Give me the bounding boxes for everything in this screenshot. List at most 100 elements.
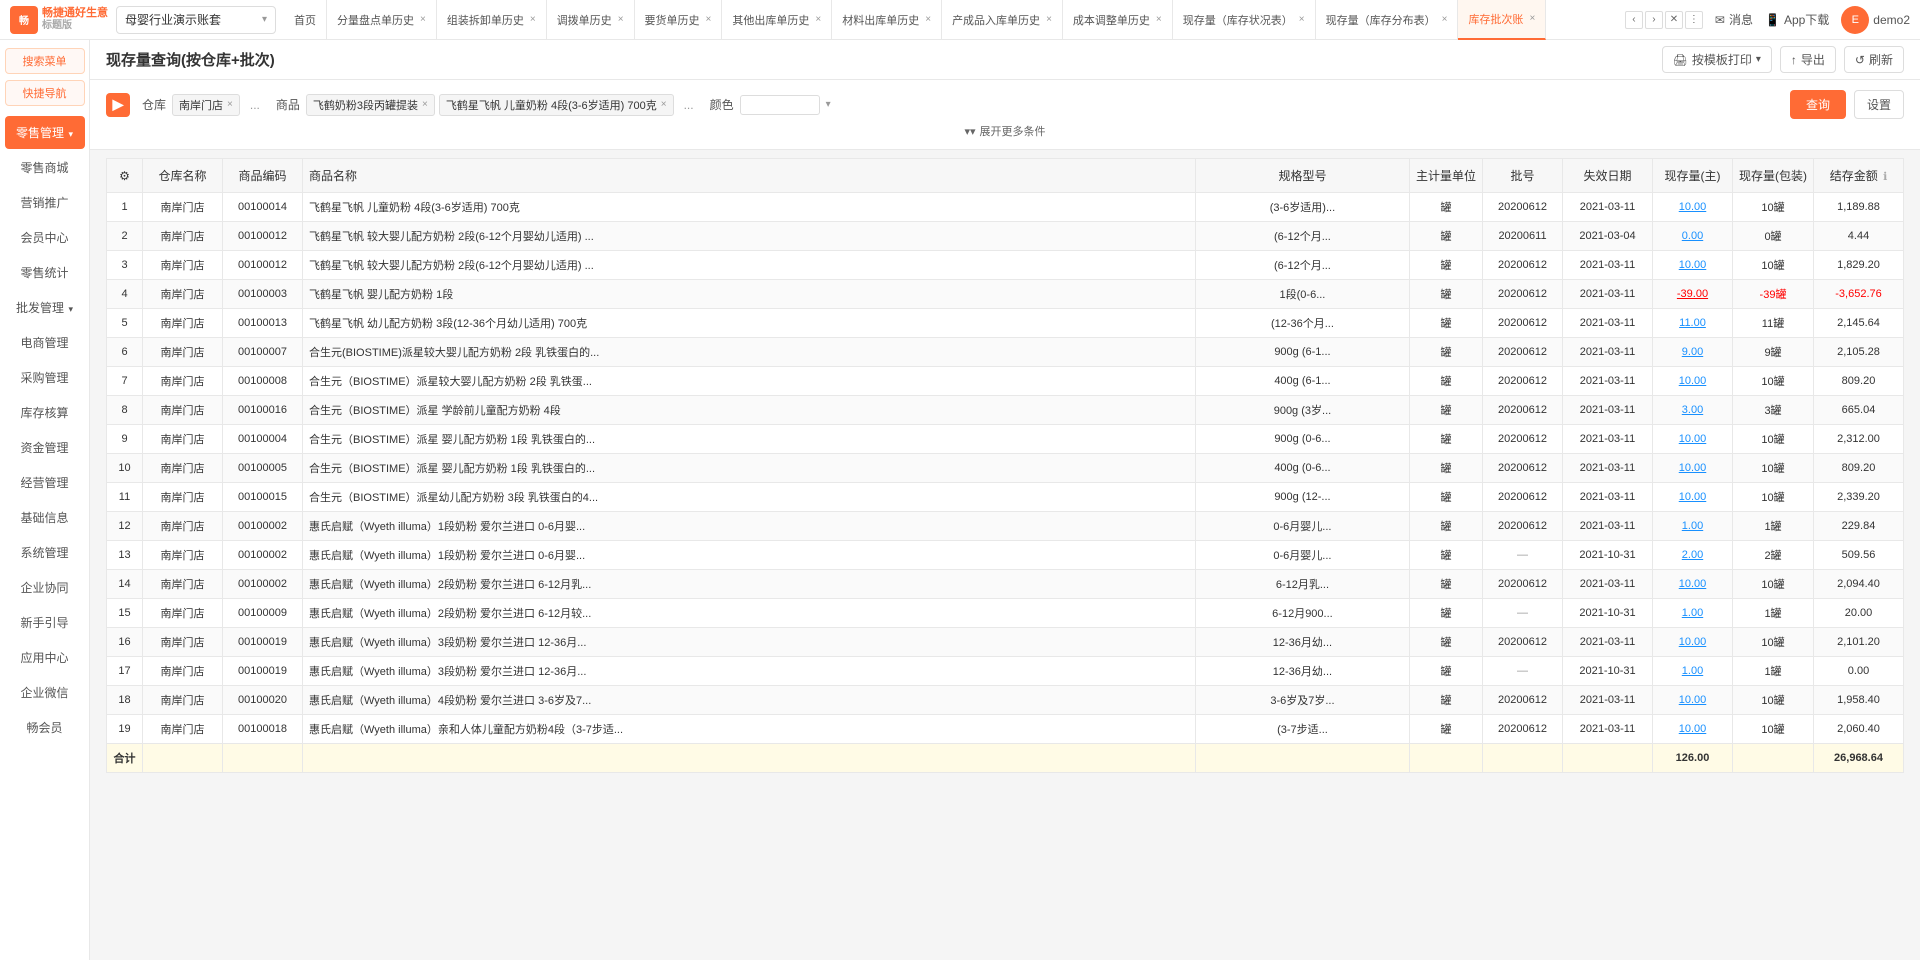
color-select[interactable] [740, 95, 820, 115]
tab-item-分量盘点单历史[interactable]: 分量盘点单历史× [327, 0, 437, 40]
tab-item-调拨单历史[interactable]: 调拨单历史× [547, 0, 635, 40]
tab-close-all-btn[interactable]: ✕ [1665, 11, 1683, 29]
product-ellipsis[interactable]: ... [680, 98, 698, 112]
sidebar-item-new-guide[interactable]: 新手引导 [5, 606, 85, 639]
tab-close-icon[interactable]: × [530, 14, 536, 25]
sidebar-item-wholesale-mgmt[interactable]: 批发管理 ▾ [5, 291, 85, 324]
tab-close-icon[interactable]: × [1442, 14, 1448, 25]
tab-next-btn[interactable]: › [1645, 11, 1663, 29]
cell-unit: 罐 [1409, 541, 1482, 570]
cell-stock-main[interactable]: 9.00 [1653, 338, 1733, 367]
sidebar-item-member[interactable]: 畅会员 [5, 711, 85, 744]
quick-nav-btn[interactable]: 快捷导航 [5, 80, 85, 106]
account-dropdown[interactable]: 母婴行业演示账套 ▾ [116, 6, 276, 34]
cell-name: 飞鹤星飞帆 幼儿配方奶粉 3段(12-36个月幼儿适用) 700克 [303, 309, 1196, 338]
table-row: 11南岸门店00100015合生元（BIOSTIME）派星幼儿配方奶粉 3段 乳… [107, 483, 1904, 512]
cell-stock-main[interactable]: 11.00 [1653, 309, 1733, 338]
cell-stock-main[interactable]: 10.00 [1653, 628, 1733, 657]
message-btn[interactable]: ✉ 消息 [1715, 11, 1753, 28]
template-print-btn[interactable]: 🖨 按模板打印 ▾ [1662, 46, 1772, 73]
cell-stock-main[interactable]: 10.00 [1653, 483, 1733, 512]
cell-stock-main[interactable]: 1.00 [1653, 512, 1733, 541]
tab-item-要货单历史[interactable]: 要货单历史× [635, 0, 723, 40]
product-tag-close[interactable]: × [422, 99, 428, 110]
tab-item-其他出库单历史[interactable]: 其他出库单历史× [722, 0, 832, 40]
tab-close-icon[interactable]: × [1299, 14, 1305, 25]
tab-close-icon[interactable]: × [1046, 14, 1052, 25]
tab-close-icon[interactable]: × [925, 14, 931, 25]
user-profile-btn[interactable]: E demo2 [1841, 6, 1910, 34]
cell-warehouse: 南岸门店 [143, 483, 223, 512]
sidebar-item-member-center[interactable]: 会员中心 [5, 221, 85, 254]
cell-batch: — [1483, 599, 1563, 628]
tab-close-icon[interactable]: × [706, 14, 712, 25]
col-header-settings[interactable]: ⚙ [107, 159, 143, 193]
cell-unit: 罐 [1409, 657, 1482, 686]
app-download-btn[interactable]: 📱 App下载 [1765, 11, 1829, 28]
tab-item-成本调整单历史[interactable]: 成本调整单历史× [1063, 0, 1173, 40]
sidebar-item-inventory[interactable]: 库存核算 [5, 396, 85, 429]
cell-code: 00100012 [223, 251, 303, 280]
cell-stock-main[interactable]: 0.00 [1653, 222, 1733, 251]
sidebar-item-operations[interactable]: 经营管理 [5, 466, 85, 499]
tab-prev-btn[interactable]: ‹ [1625, 11, 1643, 29]
sidebar-item-retail-mgmt[interactable]: 零售管理 ▾ [5, 116, 85, 149]
tab-close-icon[interactable]: × [1529, 13, 1535, 24]
sidebar-item-ecom-mgmt[interactable]: 电商管理 [5, 326, 85, 359]
sidebar-item-marketing[interactable]: 营销推广 [5, 186, 85, 219]
tab-item-库存批次账[interactable]: 库存批次账× [1458, 0, 1546, 40]
product-tag-close[interactable]: × [661, 99, 667, 110]
tab-item-产成品入库单历史[interactable]: 产成品入库单历史× [942, 0, 1063, 40]
tab-item-组装拆卸单历史[interactable]: 组装拆卸单历史× [437, 0, 547, 40]
sidebar-item-finance[interactable]: 资金管理 [5, 431, 85, 464]
cell-stock-main[interactable]: 10.00 [1653, 570, 1733, 599]
cell-code: 00100013 [223, 309, 303, 338]
balance-info-icon[interactable]: ℹ [1883, 171, 1887, 183]
filter-expand-btn[interactable]: ▶ [106, 93, 130, 117]
sidebar-item-retail-stats[interactable]: 零售统计 [5, 256, 85, 289]
warehouse-tag-close[interactable]: × [227, 99, 233, 110]
cell-stock-main[interactable]: -39.00 [1653, 280, 1733, 309]
tab-item-材料出库单历史[interactable]: 材料出库单历史× [832, 0, 942, 40]
refresh-btn[interactable]: ↺ 刷新 [1844, 46, 1904, 73]
search-btn[interactable]: 查询 [1790, 90, 1846, 119]
sidebar-menu: 零售管理 ▾零售商城营销推广会员中心零售统计批发管理 ▾电商管理采购管理库存核算… [5, 116, 85, 746]
cell-balance: 2,094.40 [1814, 570, 1904, 599]
cell-spec: 900g (3岁... [1195, 396, 1409, 425]
cell-stock-main[interactable]: 3.00 [1653, 396, 1733, 425]
tab-item-home[interactable]: 首页 [284, 0, 327, 40]
tab-close-icon[interactable]: × [420, 14, 426, 25]
cell-stock-main[interactable]: 10.00 [1653, 367, 1733, 396]
cell-unit: 罐 [1409, 280, 1482, 309]
setting-btn[interactable]: 设置 [1854, 90, 1904, 119]
cell-expire: 2021-03-11 [1563, 425, 1653, 454]
cell-balance: 665.04 [1814, 396, 1904, 425]
expand-more-btn[interactable]: ▾▾ 展开更多条件 [106, 123, 1904, 139]
cell-stock-main[interactable]: 10.00 [1653, 715, 1733, 744]
cell-stock-main[interactable]: 10.00 [1653, 193, 1733, 222]
tab-close-icon[interactable]: × [815, 14, 821, 25]
sidebar-item-enterprise-wechat[interactable]: 企业微信 [5, 676, 85, 709]
search-menu-btn[interactable]: 搜索菜单 [5, 48, 85, 74]
cell-stock-main[interactable]: 10.00 [1653, 425, 1733, 454]
cell-stock-main[interactable]: 1.00 [1653, 599, 1733, 628]
sidebar-item-basic-info[interactable]: 基础信息 [5, 501, 85, 534]
sidebar-item-retail-mall[interactable]: 零售商城 [5, 151, 85, 184]
tab-menu-btn[interactable]: ⋮ [1685, 11, 1703, 29]
warehouse-ellipsis[interactable]: ... [246, 98, 264, 112]
cell-stock-main[interactable]: 2.00 [1653, 541, 1733, 570]
cell-stock-pkg: 10罐 [1733, 425, 1814, 454]
tab-close-icon[interactable]: × [1156, 14, 1162, 25]
cell-stock-main[interactable]: 1.00 [1653, 657, 1733, 686]
sidebar-item-app-center[interactable]: 应用中心 [5, 641, 85, 674]
tab-item-现存量库存状况[interactable]: 现存量（库存状况表）× [1173, 0, 1316, 40]
cell-stock-main[interactable]: 10.00 [1653, 686, 1733, 715]
cell-stock-main[interactable]: 10.00 [1653, 454, 1733, 483]
sidebar-item-sys-mgmt[interactable]: 系统管理 [5, 536, 85, 569]
sidebar-item-purchase-mgmt[interactable]: 采购管理 [5, 361, 85, 394]
tab-close-icon[interactable]: × [618, 14, 624, 25]
sidebar-item-enterprise[interactable]: 企业协同 [5, 571, 85, 604]
tab-item-现存量库存分布[interactable]: 现存量（库存分布表）× [1316, 0, 1459, 40]
cell-stock-main[interactable]: 10.00 [1653, 251, 1733, 280]
export-btn[interactable]: ↑ 导出 [1780, 46, 1836, 73]
